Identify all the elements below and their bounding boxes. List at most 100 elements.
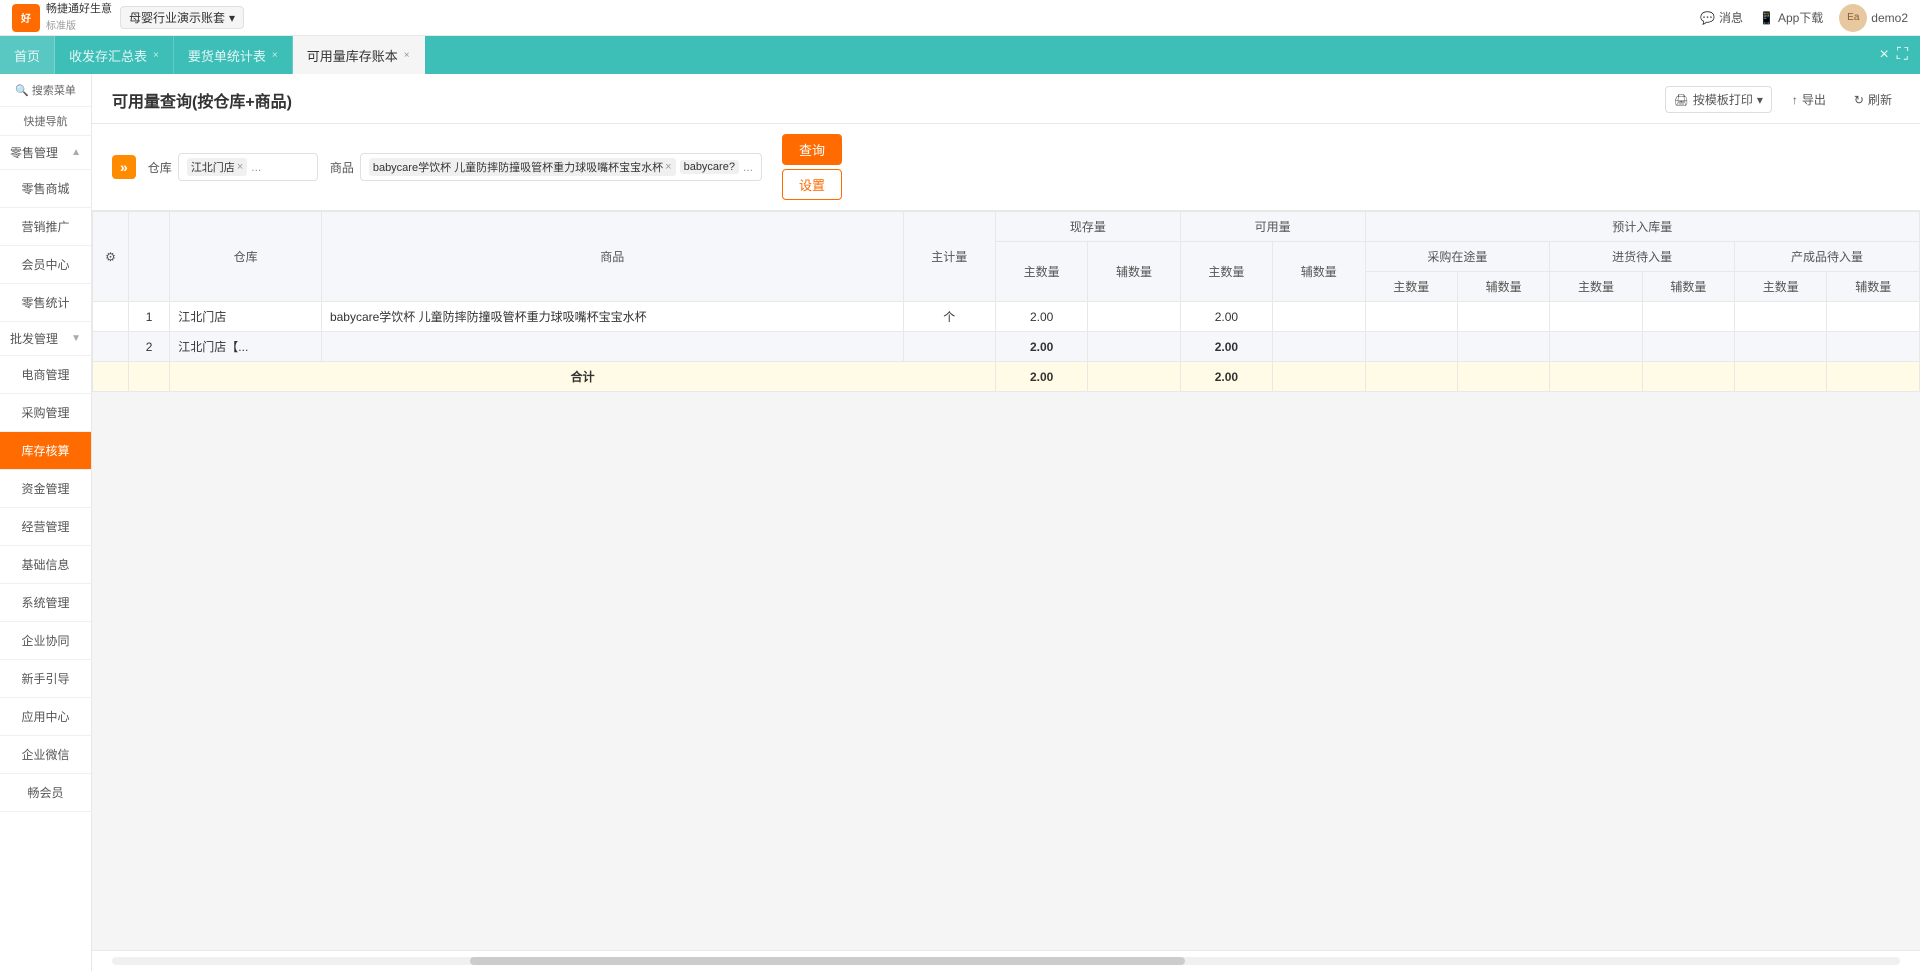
th-inbound-pending: 进货待入量: [1550, 242, 1735, 272]
warehouse-filter-more[interactable]: ...: [251, 160, 261, 174]
td-total-current-main: 2.00: [995, 362, 1087, 392]
search-icon: 🔍: [15, 85, 29, 97]
product-filter-more[interactable]: ...: [743, 160, 753, 174]
sidebar-item-inventory-check-label: 库存核算: [21, 442, 69, 459]
sidebar-item-member-center-label: 会员中心: [21, 256, 69, 273]
tab-receive-summary[interactable]: 收发存汇总表 ×: [55, 36, 174, 74]
export-btn[interactable]: ↑ 导出: [1784, 87, 1834, 112]
query-btn[interactable]: 查询: [782, 134, 842, 165]
warehouse-filter-input[interactable]: 江北门店 × ...: [178, 153, 318, 181]
logo-sub: 标准版: [46, 17, 112, 32]
sidebar-item-vip-member[interactable]: 畅会员: [0, 774, 91, 812]
sidebar-item-new-guide-label: 新手引导: [21, 670, 69, 687]
message-label: 消息: [1719, 9, 1743, 26]
refresh-label: 刷新: [1868, 91, 1892, 108]
tab-available-stock[interactable]: 可用量库存账本 ×: [293, 36, 425, 74]
tab-order-stats-close-icon[interactable]: ×: [272, 50, 278, 61]
app-download-btn[interactable]: 📱 App下载: [1759, 9, 1823, 26]
sidebar-item-enterprise-wechat[interactable]: 企业微信: [0, 736, 91, 774]
window-close-icon[interactable]: ×: [1879, 46, 1888, 64]
sidebar-item-marketing[interactable]: 营销推广: [0, 208, 91, 246]
sidebar-search-label: 搜索菜单: [32, 85, 76, 97]
td-total-inbound-pending-main: [1550, 362, 1642, 392]
td-avail-aux-2: [1273, 332, 1365, 362]
sidebar-item-system-mgmt-label: 系统管理: [21, 594, 69, 611]
sidebar-item-wholesale-mgmt[interactable]: 批发管理 ▼: [0, 322, 91, 356]
sidebar-item-retail-mall[interactable]: 零售商城: [0, 170, 91, 208]
sidebar-item-basic-info[interactable]: 基础信息: [0, 546, 91, 584]
message-btn[interactable]: 💬 消息: [1700, 9, 1743, 26]
th-unit: 主计量: [903, 212, 995, 302]
sidebar-item-enterprise-coop[interactable]: 企业协同: [0, 622, 91, 660]
td-current-main-2: 2.00: [995, 332, 1087, 362]
td-rownum-2: 2: [129, 332, 170, 362]
horizontal-scrollbar[interactable]: [112, 957, 1900, 965]
sidebar-item-business-mgmt[interactable]: 经营管理: [0, 508, 91, 546]
th-current-aux: 辅数量: [1088, 242, 1180, 302]
product-filter-input[interactable]: babycare学饮杯 儿童防摔防撞吸管杯重力球吸嘴杯宝宝水杯 × babyca…: [360, 153, 762, 181]
industry-select[interactable]: 母婴行业演示账套 ▾: [120, 6, 244, 29]
sidebar-item-finance-mgmt[interactable]: 资金管理: [0, 470, 91, 508]
sidebar-item-enterprise-wechat-label: 企业微信: [21, 746, 69, 763]
sidebar-item-member-center[interactable]: 会员中心: [0, 246, 91, 284]
sidebar-item-app-center[interactable]: 应用中心: [0, 698, 91, 736]
sidebar-item-retail-mgmt[interactable]: 零售管理 ▲: [0, 136, 91, 170]
td-total-purchase-transit-main: [1365, 362, 1457, 392]
td-total-inbound-pending-aux: [1642, 362, 1734, 392]
sidebar-item-retail-stats[interactable]: 零售统计: [0, 284, 91, 322]
logo-icon: 好: [12, 4, 40, 32]
td-avail-aux-1: [1273, 302, 1365, 332]
td-inbound-pending-aux-2: [1642, 332, 1734, 362]
warehouse-filter-group: 仓库 江北门店 × ...: [148, 153, 318, 181]
sidebar-item-ecommerce-mgmt[interactable]: 电商管理: [0, 356, 91, 394]
tab-receive-summary-close-icon[interactable]: ×: [153, 50, 159, 61]
sidebar-item-enterprise-coop-label: 企业协同: [21, 632, 69, 649]
warehouse-tag-remove-icon[interactable]: ×: [237, 161, 243, 173]
sidebar-search[interactable]: 🔍 搜索菜单: [0, 74, 91, 107]
product-tag-2: babycare?: [680, 160, 739, 174]
th-finished-pending-main: 主数量: [1735, 272, 1827, 302]
product-tag-1-remove-icon[interactable]: ×: [665, 161, 671, 173]
filter-toggle-btn[interactable]: »: [112, 155, 136, 179]
scrollbar-thumb[interactable]: [470, 957, 1185, 965]
page-header: 可用量查询(按仓库+商品) 🖨 按模板打印 ▾ ↑ 导出 ↻ 刷新: [92, 74, 1920, 124]
refresh-btn[interactable]: ↻ 刷新: [1846, 87, 1900, 112]
td-purchase-transit-aux-1: [1457, 302, 1549, 332]
sidebar-item-new-guide[interactable]: 新手引导: [0, 660, 91, 698]
top-bar-left: 好 畅捷通好生意 标准版 母婴行业演示账套 ▾: [12, 3, 244, 31]
sidebar: 🔍 搜索菜单 快捷导航 零售管理 ▲ 零售商城 营销推广 会员中心 零售统计 批…: [0, 74, 92, 971]
td-inbound-pending-main-1: [1550, 302, 1642, 332]
user-area[interactable]: Ea demo2: [1839, 4, 1908, 32]
td-purchase-transit-main-1: [1365, 302, 1457, 332]
th-current-stock: 现存量: [995, 212, 1180, 242]
td-warehouse-2: 江北门店【...: [170, 332, 322, 362]
user-name: demo2: [1871, 11, 1908, 25]
table-container[interactable]: ⚙ 仓库 商品 主计量 现存量 可用量 预计入库量 主数量 辅数量 主数量 辅数…: [92, 211, 1920, 950]
td-total-avail-aux: [1273, 362, 1365, 392]
data-table: ⚙ 仓库 商品 主计量 现存量 可用量 预计入库量 主数量 辅数量 主数量 辅数…: [92, 211, 1920, 392]
template-chevron-icon: ▾: [1757, 93, 1763, 107]
window-resize-icon[interactable]: ⛶: [1897, 46, 1908, 64]
sidebar-item-purchase-mgmt[interactable]: 采购管理: [0, 394, 91, 432]
td-purchase-transit-main-2: [1365, 332, 1457, 362]
tab-home[interactable]: 首页: [0, 36, 55, 74]
th-settings[interactable]: ⚙: [93, 212, 129, 302]
sidebar-nav-shortcut[interactable]: 快捷导航: [0, 107, 91, 136]
td-total-current-aux: [1088, 362, 1180, 392]
tab-order-stats-label: 要货单统计表: [188, 46, 266, 65]
sidebar-item-system-mgmt[interactable]: 系统管理: [0, 584, 91, 622]
template-print-btn[interactable]: 🖨 按模板打印 ▾: [1665, 86, 1772, 113]
td-total-finished-pending-main: [1735, 362, 1827, 392]
product-filter-group: 商品 babycare学饮杯 儿童防摔防撞吸管杯重力球吸嘴杯宝宝水杯 × bab…: [330, 153, 762, 181]
tab-available-stock-close-icon[interactable]: ×: [404, 50, 410, 61]
sidebar-item-inventory-check[interactable]: 库存核算: [0, 432, 91, 470]
sidebar-item-app-center-label: 应用中心: [21, 708, 69, 725]
sidebar-item-ecommerce-mgmt-label: 电商管理: [21, 366, 69, 383]
export-label: 导出: [1802, 91, 1826, 108]
td-finished-pending-main-2: [1735, 332, 1827, 362]
app-icon: 📱: [1759, 11, 1774, 25]
tab-order-stats[interactable]: 要货单统计表 ×: [174, 36, 293, 74]
product-filter-label: 商品: [330, 159, 354, 176]
td-inbound-pending-aux-1: [1642, 302, 1734, 332]
settings-btn[interactable]: 设置: [782, 169, 842, 200]
